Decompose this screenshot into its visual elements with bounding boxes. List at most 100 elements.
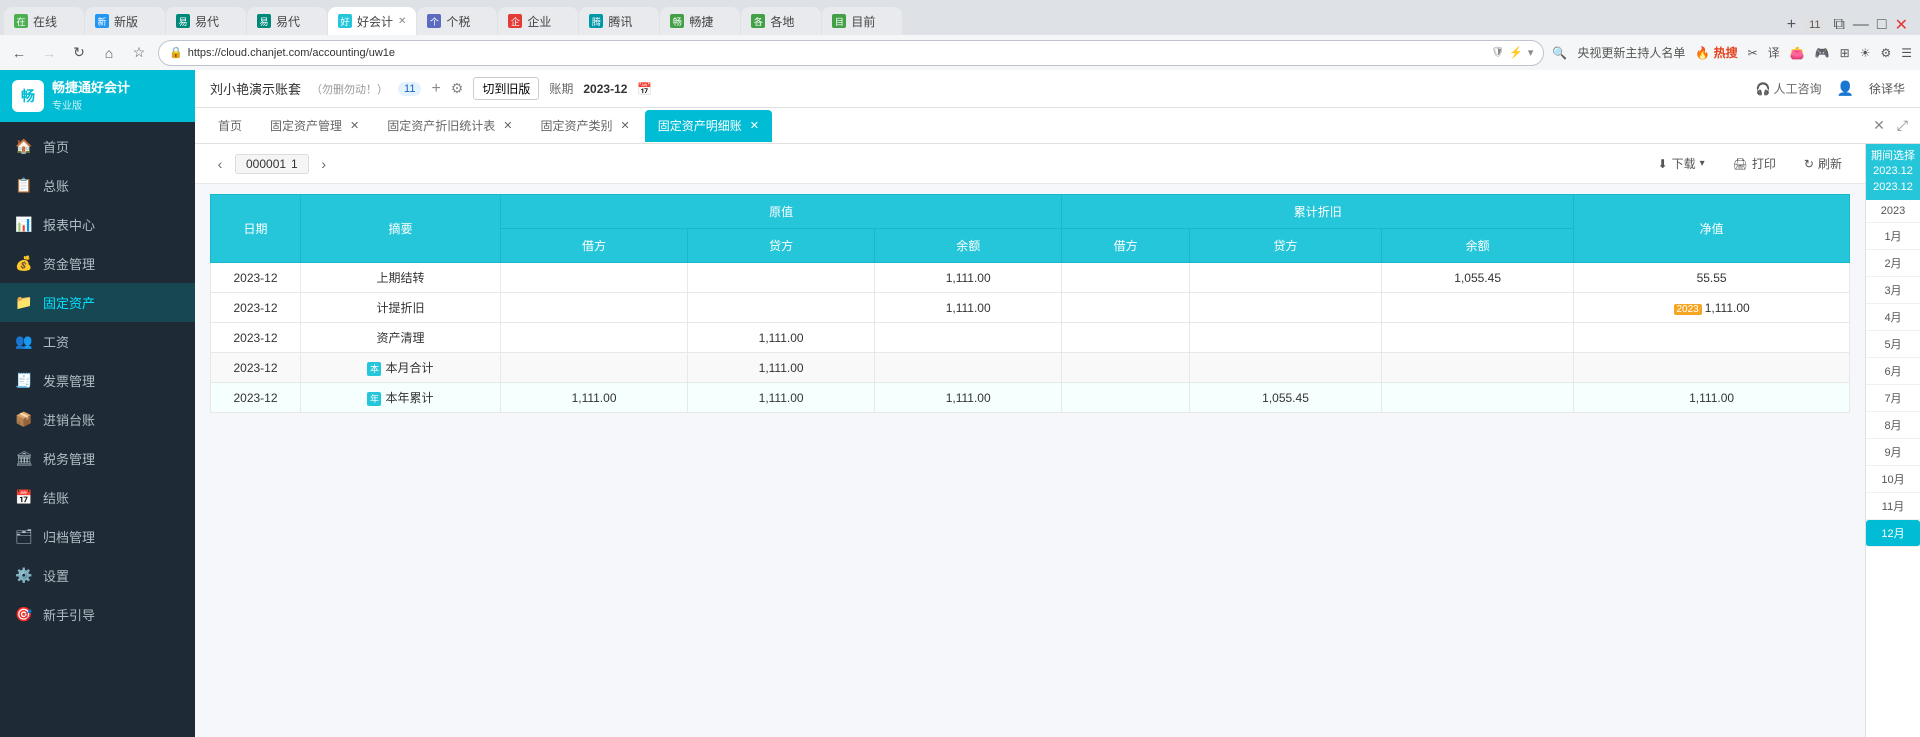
cell-dep-debit-4	[1062, 383, 1190, 413]
sidebar-item-payroll[interactable]: 👥 工资	[0, 322, 195, 361]
hot-search-badge[interactable]: 🔥 热搜	[1695, 44, 1737, 61]
minimize-icon[interactable]: —	[1853, 16, 1869, 34]
home-button[interactable]: ⌂	[98, 42, 120, 64]
period-month-10[interactable]: 10月	[1866, 466, 1920, 493]
close-label: 结账	[43, 488, 180, 507]
sidebar-item-guide[interactable]: 🎯 新手引导	[0, 595, 195, 634]
maximize-icon[interactable]: □	[1877, 16, 1887, 34]
cell-orig-debit-4: 1,111.00	[501, 383, 688, 413]
browser-tab-t5[interactable]: 好 好会计 ✕	[328, 7, 416, 35]
period-months: 20231月2月3月4月5月6月7月8月9月10月11月12月	[1866, 200, 1920, 547]
back-button[interactable]: ←	[8, 42, 30, 64]
refresh-button[interactable]: ↻	[68, 42, 90, 64]
ledger-table: 日期 摘要 原值 累计折旧 净值 借方 贷方 余额 借方	[210, 194, 1850, 413]
sidebar-item-funds[interactable]: 💰 资金管理	[0, 244, 195, 283]
sidebar-item-home[interactable]: 🏠 首页	[0, 127, 195, 166]
sidebar-item-settings[interactable]: ⚙️ 设置	[0, 556, 195, 595]
sidebar-item-tax[interactable]: 🏛 税务管理	[0, 439, 195, 478]
period-selector-panel: 期间选择 2023.12 2023.12 20231月2月3月4月5月6月7月8…	[1865, 144, 1920, 737]
sidebar-item-close[interactable]: 📅 结账	[0, 478, 195, 517]
col-original-value-header: 原值	[501, 195, 1062, 229]
refresh-data-button[interactable]: ↻ 刷新	[1796, 152, 1850, 175]
browser-tab-t6[interactable]: 个 个税	[417, 7, 497, 35]
period-month-3[interactable]: 3月	[1866, 277, 1920, 304]
period-month-1[interactable]: 1月	[1866, 223, 1920, 250]
period-month-12[interactable]: 12月	[1866, 520, 1920, 547]
tab-label: 易代	[195, 13, 219, 30]
sidebar-item-reports[interactable]: 📊 报表中心	[0, 205, 195, 244]
page-tab-close-asset_cat[interactable]: ✕	[621, 119, 630, 132]
calendar-icon[interactable]: 📅	[637, 82, 652, 96]
page-tabs-bar: 首页 固定资产管理 ✕ 固定资产折旧统计表 ✕ 固定资产类别 ✕ 固定资产明细账…	[195, 108, 1920, 144]
record-id-display: 000001 1	[235, 154, 309, 174]
sidebar-item-invoice[interactable]: 🧾 发票管理	[0, 361, 195, 400]
add-account-icon[interactable]: +	[431, 80, 440, 98]
page-tab-asset_cat[interactable]: 固定资产类别 ✕	[527, 110, 642, 142]
top-bar: 刘小艳演示账套 （勿删勿动！） 11 + ⚙ 切到旧版 账期 2023-12 📅…	[195, 70, 1920, 108]
sidebar-item-ledger[interactable]: 📋 总账	[0, 166, 195, 205]
new-tab-button[interactable]: +	[1787, 16, 1796, 34]
cell-orig-balance-4: 1,111.00	[875, 383, 1062, 413]
close-browser-icon[interactable]: ✕	[1895, 15, 1908, 35]
forward-button[interactable]: →	[38, 42, 60, 64]
page-tab-asset_mgmt[interactable]: 固定资产管理 ✕	[257, 110, 372, 142]
prev-record-button[interactable]: ‹	[210, 154, 230, 174]
cell-date-0: 2023-12	[211, 263, 301, 293]
browser-tab-t3[interactable]: 易 易代	[166, 7, 246, 35]
period-month-5[interactable]: 5月	[1866, 331, 1920, 358]
cell-dep-debit-1	[1062, 293, 1190, 323]
tab-close-icon[interactable]: ✕	[398, 16, 406, 27]
address-dropdown-icon[interactable]: ▾	[1528, 46, 1534, 59]
page-tab-close-asset_mgmt[interactable]: ✕	[350, 119, 359, 132]
period-month-7[interactable]: 7月	[1866, 385, 1920, 412]
page-tab-label-asset_dep: 固定资产折旧统计表	[387, 117, 495, 134]
download-button[interactable]: ⬇ 下载 ▾	[1650, 152, 1713, 175]
page-tab-asset_detail[interactable]: 固定资产明细账 ✕	[645, 110, 772, 142]
browser-tab-t10[interactable]: 各 各地	[741, 7, 821, 35]
period-value: 2023-12	[583, 82, 627, 96]
sidebar-item-archive[interactable]: 🗂 归档管理	[0, 517, 195, 556]
page-tab-asset_dep[interactable]: 固定资产折旧统计表 ✕	[374, 110, 525, 142]
sidebar-item-assets[interactable]: 📁 固定资产	[0, 283, 195, 322]
user-avatar[interactable]: 👤	[1837, 80, 1854, 97]
human-service-button[interactable]: 🎧 人工咨询	[1756, 80, 1822, 97]
browser-tab-t1[interactable]: 在 在线	[4, 7, 84, 35]
browser-tab-t7[interactable]: 企 企业	[498, 7, 578, 35]
account-settings-icon[interactable]: ⚙	[451, 80, 464, 97]
bookmark-button[interactable]: ☆	[128, 42, 150, 64]
browser-tab-t8[interactable]: 腾 腾讯	[579, 7, 659, 35]
inventory-icon: 📦	[15, 411, 33, 428]
address-bar[interactable]: 🔒 https://cloud.chanjet.com/accounting/u…	[158, 40, 1544, 66]
browser-tab-t11[interactable]: 目 目前	[822, 7, 902, 35]
browser-tab-t2[interactable]: 新 新版	[85, 7, 165, 35]
next-record-button[interactable]: ›	[314, 154, 334, 174]
period-month-11[interactable]: 11月	[1866, 493, 1920, 520]
col-orig-debit-header: 借方	[501, 229, 688, 263]
close-panel-icon[interactable]: ✕	[1871, 115, 1887, 136]
funds-icon: 💰	[15, 255, 33, 272]
cell-net-value-0: 55.55	[1574, 263, 1850, 293]
page-tab-home[interactable]: 首页	[205, 110, 255, 142]
page-tab-close-asset_detail[interactable]: ✕	[750, 119, 759, 132]
restore-window-icon[interactable]: ⧉	[1833, 16, 1844, 34]
period-month-2[interactable]: 2月	[1866, 250, 1920, 277]
print-button[interactable]: 🖨 打印	[1725, 152, 1784, 175]
expand-panel-icon[interactable]: ⤢	[1895, 115, 1910, 136]
browser-tab-t9[interactable]: 畅 畅捷	[660, 7, 740, 35]
tab-label: 在线	[33, 13, 57, 30]
sidebar-header: 畅 畅捷通好会计 专业版	[0, 70, 195, 122]
page-tab-close-asset_dep[interactable]: ✕	[503, 119, 512, 132]
period-month-0[interactable]: 2023	[1866, 200, 1920, 223]
browser-tab-t4[interactable]: 易 易代	[247, 7, 327, 35]
sidebar-item-inventory[interactable]: 📦 进销台账	[0, 400, 195, 439]
browser-menu-icon[interactable]: ☰	[1901, 46, 1912, 60]
period-month-6[interactable]: 6月	[1866, 358, 1920, 385]
top-bar-actions: 🎧 人工咨询 👤 徐译华	[1756, 80, 1905, 97]
tab-count-badge: 11	[1804, 18, 1825, 32]
page-tab-label-home: 首页	[218, 117, 242, 134]
col-date-header: 日期	[211, 195, 301, 263]
period-month-4[interactable]: 4月	[1866, 304, 1920, 331]
switch-version-button[interactable]: 切到旧版	[473, 77, 539, 100]
period-month-8[interactable]: 8月	[1866, 412, 1920, 439]
period-month-9[interactable]: 9月	[1866, 439, 1920, 466]
